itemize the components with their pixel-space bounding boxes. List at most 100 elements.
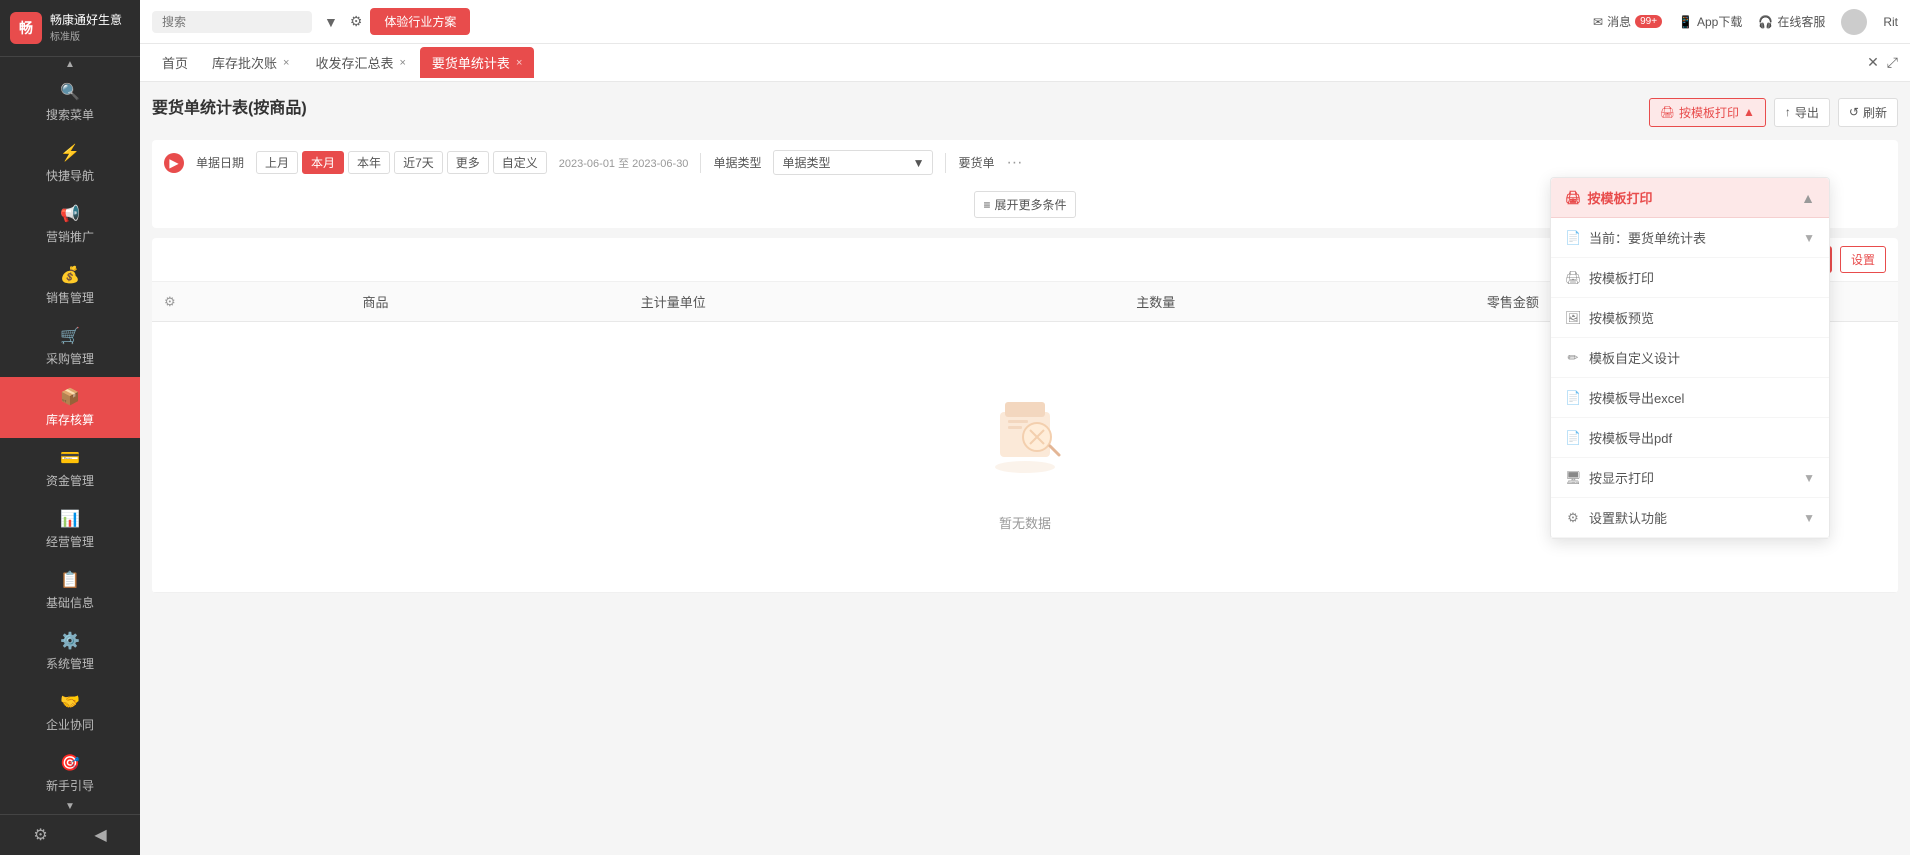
- print-template-label: 按模板打印: [1679, 104, 1739, 121]
- tab-batch-account-label: 库存批次账: [212, 53, 277, 72]
- app-download-icon: 📱: [1678, 15, 1693, 29]
- print-dropdown-title: 🖨 按模板打印: [1565, 188, 1653, 207]
- dropdown-template-print[interactable]: 🖨 按模板打印: [1551, 258, 1829, 298]
- refresh-btn[interactable]: ↺ 刷新: [1838, 98, 1898, 127]
- goods-label: 要货单: [958, 154, 994, 171]
- filter-expand-btn[interactable]: ▶: [164, 153, 184, 173]
- collapse-icon[interactable]: ◀: [94, 825, 106, 845]
- window-controls: ✕ ⤢: [1867, 54, 1898, 71]
- current-template-icon: 📄: [1565, 230, 1581, 246]
- export-btn[interactable]: ↑ 导出: [1774, 98, 1830, 127]
- dropdown-template-pdf-left: 📄 按模板导出pdf: [1565, 428, 1672, 447]
- sidebar-item-guide[interactable]: 🎯 新手引导: [0, 743, 140, 799]
- logo-icon: 畅: [10, 12, 42, 44]
- window-close-btn[interactable]: ✕: [1867, 54, 1879, 71]
- tab-receipt-summary-close[interactable]: ×: [399, 57, 405, 69]
- sidebar-item-inventory[interactable]: 📦 库存核算: [0, 377, 140, 438]
- set-default-label: 设置默认功能: [1589, 508, 1667, 527]
- sales-icon: 💰: [60, 265, 80, 285]
- filter-row: ▶ 单据日期 上月 本月 本年 近7天 更多 自定义 2023-06-01 至 …: [164, 150, 1886, 175]
- refresh-label: 刷新: [1863, 104, 1887, 121]
- sidebar-item-marketing[interactable]: 📢 营销推广: [0, 194, 140, 255]
- message-item[interactable]: ✉ 消息 99+: [1593, 13, 1662, 30]
- date-btn-current-month[interactable]: 本月: [302, 151, 344, 174]
- th-gear[interactable]: ⚙: [152, 282, 350, 322]
- filter-divider-2: [945, 153, 946, 173]
- main-content: ▼ ⚙ 体验行业方案 ✉ 消息 99+ 📱 App下载 🎧 在线客服 Rit 首…: [140, 0, 1910, 855]
- content-header: 要货单统计表(按商品) 🖨 按模板打印 ▲ ↑ 导出 ↺ 刷新: [152, 94, 1898, 130]
- tab-batch-account[interactable]: 库存批次账 ×: [200, 47, 301, 78]
- app-download-item[interactable]: 📱 App下载: [1678, 13, 1742, 30]
- sidebar-item-guide-label: 新手引导: [46, 777, 94, 794]
- tab-order-stats-close[interactable]: ×: [516, 57, 522, 69]
- sidebar-item-finance[interactable]: 💳 资金管理: [0, 438, 140, 499]
- dropdown-set-default[interactable]: ⚙ 设置默认功能 ▼: [1551, 498, 1829, 538]
- industry-btn[interactable]: 体验行业方案: [370, 8, 470, 35]
- date-btn-last-month[interactable]: 上月: [256, 151, 298, 174]
- print-template-btn[interactable]: 🖨 按模板打印 ▲: [1649, 98, 1766, 127]
- sidebar-item-marketing-label: 营销推广: [46, 228, 94, 245]
- sidebar-item-basic[interactable]: 📋 基础信息: [0, 560, 140, 621]
- dropdown-set-default-left: ⚙ 设置默认功能: [1565, 508, 1667, 527]
- purchase-icon: 🛒: [60, 326, 80, 346]
- print-dropdown-close-btn[interactable]: ▲: [1801, 190, 1815, 206]
- dropdown-current-template[interactable]: 📄 当前：要货单统计表 ▼: [1551, 218, 1829, 258]
- template-excel-label: 按模板导出excel: [1589, 388, 1684, 407]
- doc-type-select[interactable]: 单据类型 ▼: [773, 150, 933, 175]
- print-dropdown: 🖨 按模板打印 ▲ 📄 当前：要货单统计表 ▼ 🖨 按模板打印: [1550, 177, 1830, 539]
- settings-bottom-icon[interactable]: ⚙: [33, 825, 47, 845]
- dropdown-template-excel[interactable]: 📄 按模板导出excel: [1551, 378, 1829, 418]
- app-name: 畅康通好生意: [50, 13, 122, 29]
- sidebar-item-shortcut[interactable]: ⚡ 快捷导航: [0, 133, 140, 194]
- scroll-up-btn[interactable]: ▲: [0, 57, 140, 72]
- tab-order-stats[interactable]: 要货单统计表 ×: [420, 47, 534, 78]
- shortcut-icon: ⚡: [60, 143, 80, 163]
- settings-btn[interactable]: 设置: [1840, 246, 1886, 273]
- sidebar-item-search[interactable]: 🔍 搜索菜单: [0, 72, 140, 133]
- search-icon: 🔍: [60, 82, 80, 102]
- template-custom-label: 模板自定义设计: [1589, 348, 1680, 367]
- sidebar-item-sales[interactable]: 💰 销售管理: [0, 255, 140, 316]
- display-print-arrow: ▼: [1803, 471, 1815, 485]
- sidebar-item-operation[interactable]: 📊 经营管理: [0, 499, 140, 560]
- more-conditions-btn[interactable]: ≡ 展开更多条件: [974, 191, 1075, 218]
- sidebar-item-purchase[interactable]: 🛒 采购管理: [0, 316, 140, 377]
- export-label: 导出: [1795, 104, 1819, 121]
- dropdown-template-pdf[interactable]: 📄 按模板导出pdf: [1551, 418, 1829, 458]
- empty-illustration: [975, 382, 1075, 501]
- tab-receipt-summary[interactable]: 收发存汇总表 ×: [303, 47, 417, 78]
- message-icon: ✉: [1593, 15, 1603, 29]
- topbar-settings-icon[interactable]: ▼: [324, 14, 338, 30]
- tab-batch-account-close[interactable]: ×: [283, 57, 289, 69]
- dropdown-template-preview[interactable]: 🖼 按模板预览: [1551, 298, 1829, 338]
- dropdown-template-excel-left: 📄 按模板导出excel: [1565, 388, 1684, 407]
- date-btn-current-year[interactable]: 本年: [348, 151, 390, 174]
- content-header-right: 🖨 按模板打印 ▲ ↑ 导出 ↺ 刷新: [1649, 98, 1898, 127]
- sidebar-item-collab-label: 企业协同: [46, 716, 94, 733]
- message-badge: 99+: [1635, 15, 1662, 28]
- app-download-label: App下载: [1697, 13, 1742, 30]
- guide-icon: 🎯: [60, 753, 80, 773]
- print-dropdown-header: 🖨 按模板打印 ▲: [1551, 178, 1829, 218]
- sidebar-item-system[interactable]: ⚙️ 系统管理: [0, 621, 140, 682]
- window-maximize-btn[interactable]: ⤢: [1887, 54, 1898, 71]
- date-btn-more[interactable]: 更多: [447, 151, 489, 174]
- template-print-label: 按模板打印: [1589, 268, 1654, 287]
- topbar-search-input[interactable]: [152, 11, 312, 33]
- date-btn-7days[interactable]: 近7天: [394, 151, 443, 174]
- tab-home[interactable]: 首页: [152, 47, 198, 78]
- topbar-gear-icon[interactable]: ⚙: [350, 13, 363, 30]
- online-service-item[interactable]: 🎧 在线客服: [1758, 13, 1825, 30]
- filter-more-icon[interactable]: ···: [1006, 154, 1022, 172]
- sidebar-item-purchase-label: 采购管理: [46, 350, 94, 367]
- select-arrow-icon: ▼: [913, 156, 925, 170]
- dropdown-display-print[interactable]: 🖥 按显示打印 ▼: [1551, 458, 1829, 498]
- scroll-down-btn[interactable]: ▼: [0, 799, 140, 814]
- date-btn-custom[interactable]: 自定义: [493, 151, 547, 174]
- set-default-arrow: ▼: [1803, 511, 1815, 525]
- sidebar-item-collab[interactable]: 🤝 企业协同: [0, 682, 140, 743]
- avatar[interactable]: [1841, 9, 1867, 35]
- system-icon: ⚙️: [60, 631, 80, 651]
- username: Rit: [1883, 15, 1898, 29]
- dropdown-template-custom[interactable]: ✏ 模板自定义设计: [1551, 338, 1829, 378]
